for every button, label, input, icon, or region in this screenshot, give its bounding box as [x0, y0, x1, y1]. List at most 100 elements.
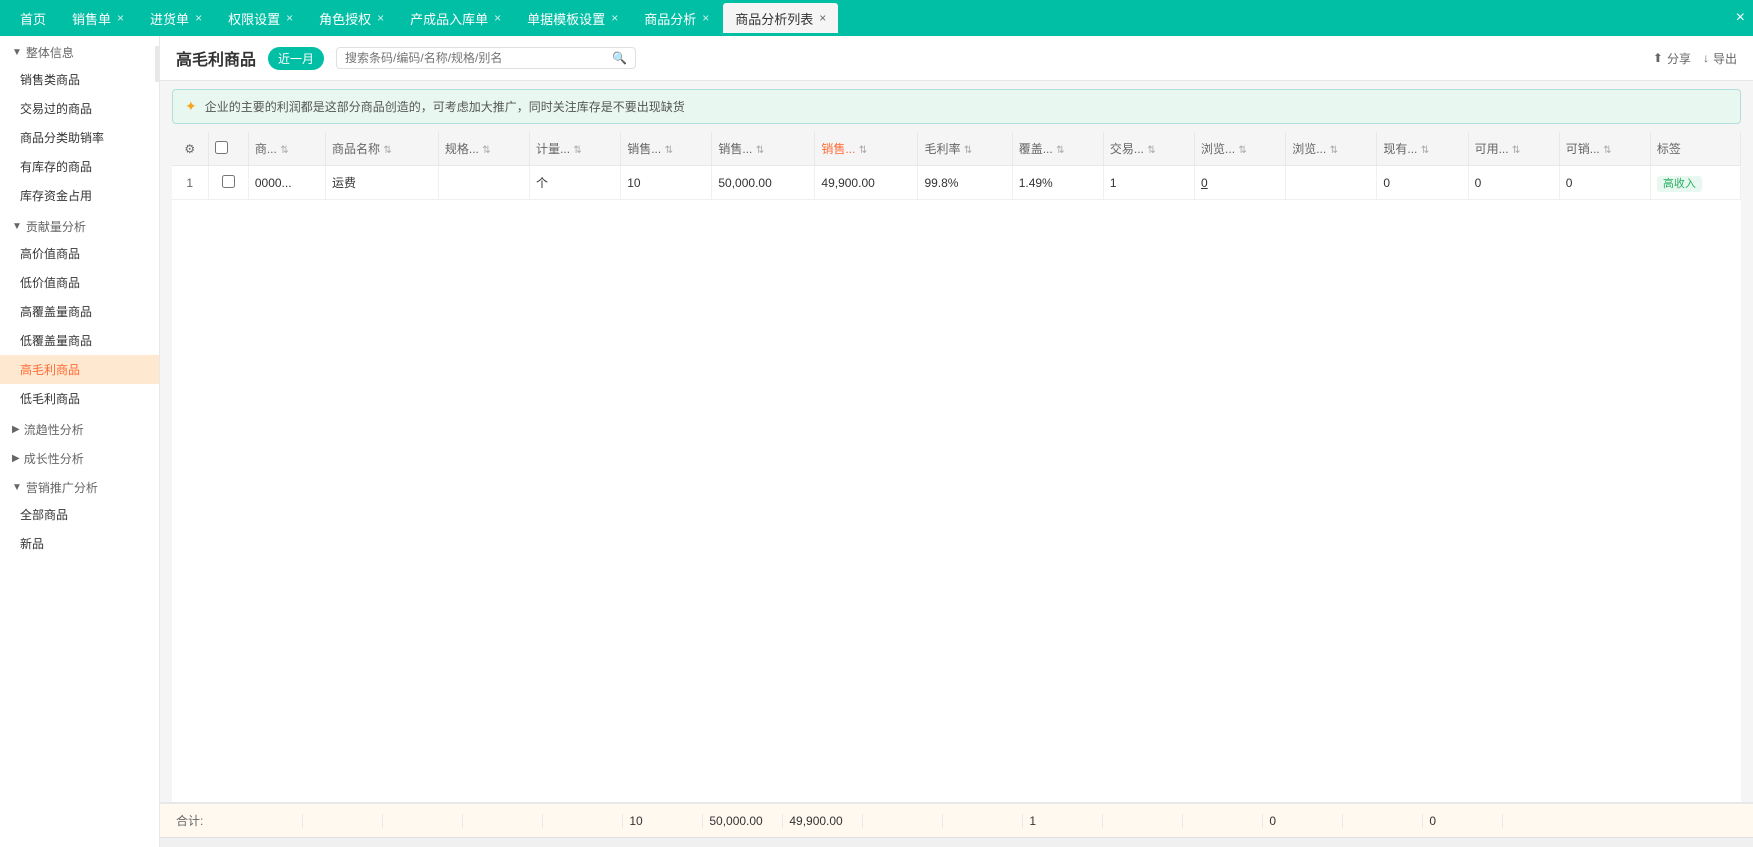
sidebar-item-in-stock[interactable]: 有库存的商品	[0, 152, 159, 181]
section-arrow-contribution: ▼	[12, 221, 22, 232]
sidebar-section-growth[interactable]: ▶ 成长性分析	[0, 442, 159, 471]
sidebar-item-low-value[interactable]: 低价值商品	[0, 268, 159, 297]
sort-icon-code: ⇅	[280, 145, 288, 156]
nav-purchase[interactable]: 进货单 ×	[138, 3, 214, 33]
nav-product-analysis[interactable]: 商品分析 ×	[632, 3, 721, 33]
sidebar-section-flow[interactable]: ▶ 流趋性分析	[0, 413, 159, 442]
share-button[interactable]: ⬆ 分享	[1653, 50, 1691, 67]
window-close-button[interactable]: ×	[1736, 9, 1745, 27]
row-views2	[1286, 166, 1377, 200]
sort-icon-stock-available: ⇅	[1512, 145, 1520, 156]
table-row: 1 0000... 运费 个 10 50,000.00 49,900.00 99…	[172, 166, 1741, 200]
info-icon: ✦	[185, 98, 197, 115]
nav-permissions[interactable]: 权限设置 ×	[216, 3, 305, 33]
row-name: 运费	[325, 166, 438, 200]
nav-home[interactable]: 首页	[8, 3, 58, 33]
horizontal-scrollbar[interactable]	[160, 837, 1753, 847]
sort-icon-stock-current: ⇅	[1421, 145, 1429, 156]
close-tab-template[interactable]: ×	[611, 11, 618, 25]
share-icon: ⬆	[1653, 51, 1663, 65]
export-button[interactable]: ↓ 导出	[1703, 50, 1737, 67]
sidebar-item-sales-goods[interactable]: 销售类商品	[0, 65, 159, 94]
footer-spacer5	[543, 814, 623, 828]
close-tab-roles[interactable]: ×	[377, 11, 384, 25]
footer-stock-current: 0	[1263, 814, 1343, 828]
col-tag[interactable]: 标签	[1650, 132, 1740, 166]
sidebar-item-low-coverage[interactable]: 低覆盖量商品	[0, 326, 159, 355]
col-transactions[interactable]: 交易... ⇅	[1103, 132, 1194, 166]
close-tab-analysis-list[interactable]: ×	[819, 11, 826, 25]
nav-finished-goods[interactable]: 产成品入库单 ×	[398, 3, 513, 33]
col-views1[interactable]: 浏览... ⇅	[1195, 132, 1286, 166]
footer-spacer10	[1343, 814, 1423, 828]
col-unit[interactable]: 计量... ⇅	[530, 132, 621, 166]
footer-values: 10 50,000.00 49,900.00 1 0 0	[223, 814, 1737, 828]
data-table: ⚙ 商... ⇅ 商品名称 ⇅ 规格... ⇅	[172, 132, 1741, 200]
col-spec[interactable]: 规格... ⇅	[438, 132, 529, 166]
col-name[interactable]: 商品名称 ⇅	[325, 132, 438, 166]
row-stock-available: 0	[1468, 166, 1559, 200]
sort-icon-name: ⇅	[383, 145, 391, 156]
sort-icon-spec: ⇅	[482, 145, 490, 156]
sidebar-section-contribution[interactable]: ▼ 贡献量分析	[0, 210, 159, 239]
col-sales-qty[interactable]: 销售... ⇅	[621, 132, 712, 166]
section-arrow-overall: ▼	[12, 47, 22, 58]
close-tab-finished-goods[interactable]: ×	[494, 11, 501, 25]
col-coverage[interactable]: 覆盖... ⇅	[1012, 132, 1103, 166]
section-arrow-marketing: ▼	[12, 482, 22, 493]
close-tab-analysis[interactable]: ×	[702, 11, 709, 25]
col-code[interactable]: 商... ⇅	[248, 132, 325, 166]
action-buttons: ⬆ 分享 ↓ 导出	[1653, 50, 1737, 67]
sort-icon-sales-amount: ⇅	[756, 145, 764, 156]
sidebar-section-overall[interactable]: ▼ 整体信息	[0, 36, 159, 65]
footer-stock-sellable: 0	[1423, 814, 1503, 828]
col-stock-available[interactable]: 可用... ⇅	[1468, 132, 1559, 166]
col-checkbox[interactable]	[208, 132, 248, 166]
row-checkbox[interactable]	[222, 175, 235, 188]
top-nav: 首页 销售单 × 进货单 × 权限设置 × 角色授权 × 产成品入库单 × 单据…	[0, 0, 1753, 36]
col-sales-amount[interactable]: 销售... ⇅	[712, 132, 815, 166]
sidebar-item-stock-capital[interactable]: 库存资金占用	[0, 181, 159, 210]
nav-roles[interactable]: 角色授权 ×	[307, 3, 396, 33]
sort-icon-views1: ⇅	[1238, 145, 1246, 156]
info-banner: ✦ 企业的主要的利润都是这部分商品创造的，可考虑加大推广，同时关注库存是不要出现…	[172, 89, 1741, 124]
sidebar-item-new-goods[interactable]: 新品	[0, 529, 159, 558]
footer-spacer4	[463, 814, 543, 828]
main-layout: 《 ▼ 整体信息 销售类商品 交易过的商品 商品分类助销率 有库存的商品 库存资…	[0, 36, 1753, 847]
col-stock-sellable[interactable]: 可销... ⇅	[1559, 132, 1650, 166]
row-views1[interactable]: 0	[1195, 166, 1286, 200]
sort-icon-transactions: ⇅	[1147, 145, 1155, 156]
close-tab-purchase[interactable]: ×	[195, 11, 202, 25]
select-all-checkbox[interactable]	[215, 141, 228, 154]
sidebar-toggle[interactable]: 《	[155, 46, 160, 82]
col-sales-profit[interactable]: 销售... ⇅	[815, 132, 918, 166]
close-tab-permissions[interactable]: ×	[286, 11, 293, 25]
row-checkbox-cell[interactable]	[208, 166, 248, 200]
sort-icon-coverage: ⇅	[1056, 145, 1064, 156]
nav-template-settings[interactable]: 单据模板设置 ×	[515, 3, 630, 33]
col-views2[interactable]: 浏览... ⇅	[1286, 132, 1377, 166]
sidebar-section-marketing[interactable]: ▼ 营销推广分析	[0, 471, 159, 500]
filter-button[interactable]: 近一月	[268, 47, 324, 70]
sidebar-item-low-margin[interactable]: 低毛利商品	[0, 384, 159, 413]
col-settings[interactable]: ⚙	[172, 132, 208, 166]
col-gross-rate[interactable]: 毛利率 ⇅	[918, 132, 1012, 166]
close-tab-sales[interactable]: ×	[117, 11, 124, 25]
table-container[interactable]: ⚙ 商... ⇅ 商品名称 ⇅ 规格... ⇅	[172, 132, 1741, 802]
nav-product-analysis-list[interactable]: 商品分析列表 ×	[723, 3, 838, 33]
sidebar-item-high-coverage[interactable]: 高覆盖量商品	[0, 297, 159, 326]
sidebar: 《 ▼ 整体信息 销售类商品 交易过的商品 商品分类助销率 有库存的商品 库存资…	[0, 36, 160, 847]
nav-sales[interactable]: 销售单 ×	[60, 3, 136, 33]
sidebar-item-category-rate[interactable]: 商品分类助销率	[0, 123, 159, 152]
sort-icon-stock-sellable: ⇅	[1603, 145, 1611, 156]
sidebar-item-high-value[interactable]: 高价值商品	[0, 239, 159, 268]
search-icon[interactable]: 🔍	[612, 51, 627, 65]
row-code: 0000...	[248, 166, 325, 200]
sidebar-item-high-margin[interactable]: 高毛利商品	[0, 355, 159, 384]
sort-icon-sales-profit: ⇅	[859, 145, 867, 156]
col-stock-current[interactable]: 现有... ⇅	[1377, 132, 1468, 166]
sidebar-item-all-goods[interactable]: 全部商品	[0, 500, 159, 529]
footer-spacer1	[223, 814, 303, 828]
sidebar-item-traded-goods[interactable]: 交易过的商品	[0, 94, 159, 123]
search-input[interactable]	[345, 51, 612, 65]
